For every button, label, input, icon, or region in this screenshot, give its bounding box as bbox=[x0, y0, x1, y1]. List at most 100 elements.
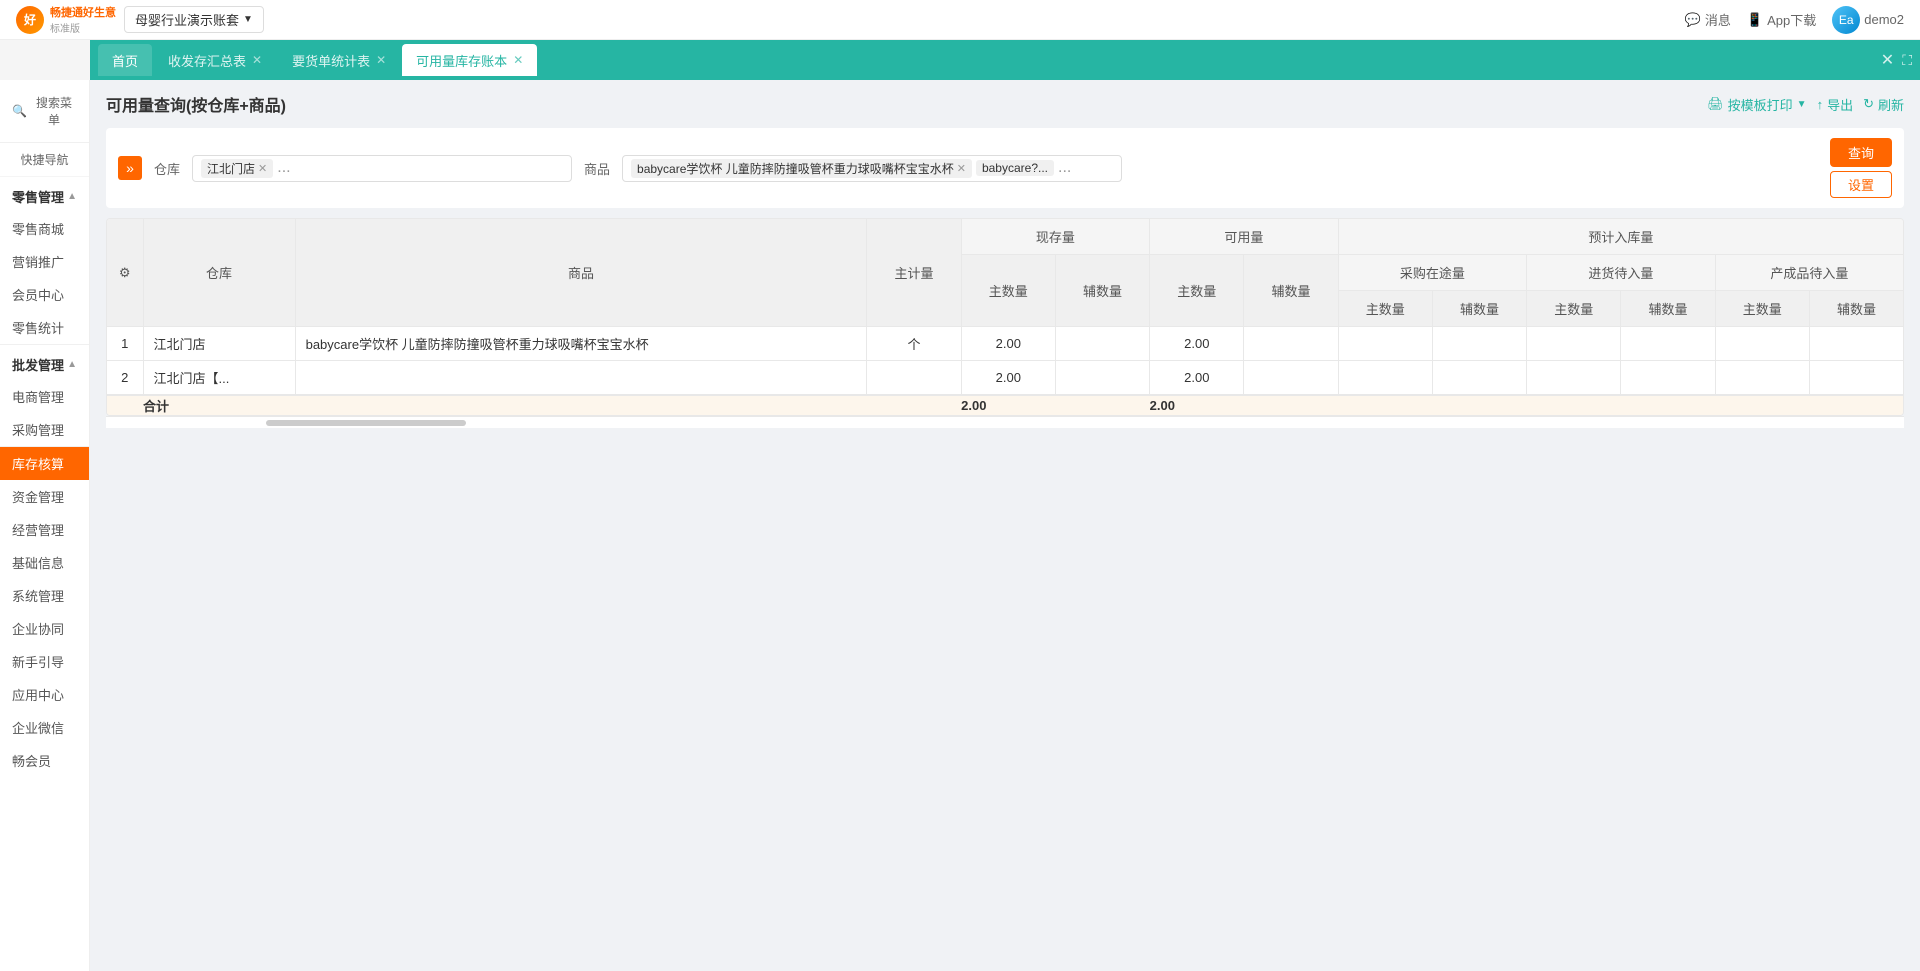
col-incoming-aux: 辅数量 bbox=[1621, 291, 1715, 327]
sidebar-item-member-center[interactable]: 会员中心 bbox=[0, 278, 89, 311]
product-filter-input[interactable]: babycare学饮杯 儿童防摔防撞吸管杯重力球吸嘴杯宝宝水杯 ✕ babyca… bbox=[622, 155, 1122, 182]
row-product: babycare学饮杯 儿童防摔防撞吸管杯重力球吸嘴杯宝宝水杯 bbox=[295, 327, 867, 361]
tab-controls: ✕ ⛶ bbox=[1881, 50, 1912, 70]
filter-toggle-button[interactable]: » bbox=[118, 156, 142, 180]
chevron-down-icon: ▼ bbox=[243, 14, 253, 25]
col-current-aux: 辅数量 bbox=[1055, 255, 1149, 327]
sidebar-item-app-center[interactable]: 应用中心 bbox=[0, 678, 89, 711]
tab-order-stats[interactable]: 要货单统计表 ✕ bbox=[278, 44, 400, 76]
col-group-available: 可用量 bbox=[1150, 219, 1339, 255]
col-purchase-main: 主数量 bbox=[1338, 291, 1432, 327]
export-button[interactable]: ↑ 导出 bbox=[1817, 95, 1854, 114]
warehouse-label: 仓库 bbox=[154, 159, 180, 178]
warehouse-filter-input[interactable]: 江北门店 ✕ ... bbox=[192, 155, 572, 182]
top-bar-right: 💬 消息 📱 App下载 Ea demo2 bbox=[1685, 6, 1904, 34]
top-bar: 好 畅捷通好生意 标准版 母婴行业演示账套 ▼ 💬 消息 📱 App下载 Ea … bbox=[0, 0, 1920, 40]
tab-receive-summary[interactable]: 收发存汇总表 ✕ bbox=[154, 44, 276, 76]
row-purchase-aux bbox=[1432, 361, 1526, 396]
col-subgroup-production: 产成品待入量 bbox=[1715, 255, 1903, 291]
message-button[interactable]: 💬 消息 bbox=[1685, 10, 1731, 29]
row-unit: 个 bbox=[867, 327, 961, 361]
logo-icon: 好 bbox=[16, 6, 44, 34]
inventory-table-container: ⚙ 仓库 商品 主计量 现存量 可用量 预计入库量 主数量 辅数量 主数量 辅数… bbox=[106, 218, 1904, 416]
app-download-button[interactable]: 📱 App下载 bbox=[1747, 10, 1816, 29]
horizontal-scrollbar[interactable] bbox=[266, 420, 466, 426]
table-row: 1 江北门店 babycare学饮杯 儿童防摔防撞吸管杯重力球吸嘴杯宝宝水杯 个… bbox=[107, 327, 1903, 361]
row-seq: 1 bbox=[107, 327, 143, 361]
query-button[interactable]: 查询 bbox=[1830, 138, 1892, 167]
tab2-close-icon[interactable]: ✕ bbox=[376, 53, 386, 67]
sidebar-item-member[interactable]: 畅会员 bbox=[0, 744, 89, 777]
tab1-close-icon[interactable]: ✕ bbox=[252, 53, 262, 67]
sidebar-section-wholesale: 批发管理 ▲ 电商管理 采购管理 bbox=[0, 345, 89, 447]
logo-area: 好 畅捷通好生意 标准版 bbox=[16, 4, 116, 35]
col-group-current: 现存量 bbox=[961, 219, 1150, 255]
print-button[interactable]: 🖨 按模板打印 ▼ bbox=[1707, 95, 1806, 114]
page-actions: 🖨 按模板打印 ▼ ↑ 导出 ↻ 刷新 bbox=[1707, 95, 1904, 114]
avatar: Ea bbox=[1832, 6, 1860, 34]
app-icon: 📱 bbox=[1747, 12, 1763, 28]
expand-icon[interactable]: ⛶ bbox=[1902, 52, 1912, 69]
summary-label: 合计 bbox=[143, 395, 295, 415]
sidebar-item-inventory[interactable]: 库存核算 bbox=[0, 447, 89, 480]
filter-actions: 查询 设置 bbox=[1830, 138, 1892, 198]
product-more-button[interactable]: ... bbox=[1058, 159, 1071, 177]
sidebar-section-header-wholesale[interactable]: 批发管理 ▲ bbox=[0, 345, 89, 380]
row-production-main bbox=[1715, 327, 1809, 361]
store-selector[interactable]: 母婴行业演示账套 ▼ bbox=[124, 6, 264, 33]
sidebar-item-system[interactable]: 系统管理 bbox=[0, 579, 89, 612]
product-label: 商品 bbox=[584, 159, 610, 178]
col-warehouse-header: 仓库 bbox=[143, 219, 295, 327]
user-profile[interactable]: Ea demo2 bbox=[1832, 6, 1904, 34]
sidebar-item-retail-store[interactable]: 零售商城 bbox=[0, 212, 89, 245]
col-settings[interactable]: ⚙ bbox=[107, 219, 143, 327]
warehouse-tag-remove[interactable]: ✕ bbox=[258, 162, 267, 175]
col-available-aux: 辅数量 bbox=[1244, 255, 1338, 327]
sidebar-item-retail-stats[interactable]: 零售统计 bbox=[0, 311, 89, 344]
message-icon: 💬 bbox=[1685, 12, 1701, 28]
sidebar-search-area: 🔍 搜索菜单 bbox=[0, 80, 89, 143]
sidebar-item-wecom[interactable]: 企业微信 bbox=[0, 711, 89, 744]
search-icon: 🔍 bbox=[12, 104, 27, 118]
col-unit-header: 主计量 bbox=[867, 219, 961, 327]
sidebar-item-marketing[interactable]: 营销推广 bbox=[0, 245, 89, 278]
row-production-main bbox=[1715, 361, 1809, 396]
col-production-main: 主数量 bbox=[1715, 291, 1809, 327]
sidebar: 🔍 搜索菜单 快捷导航 零售管理 ▲ 零售商城 营销推广 会员中心 零售统计 批… bbox=[0, 80, 90, 971]
sidebar-item-ecommerce[interactable]: 电商管理 bbox=[0, 380, 89, 413]
chevron-icon: ▲ bbox=[67, 191, 77, 202]
print-chevron-icon: ▼ bbox=[1797, 99, 1807, 110]
refresh-button[interactable]: ↻ 刷新 bbox=[1863, 95, 1904, 114]
search-menu-button[interactable]: 🔍 搜索菜单 bbox=[8, 90, 81, 132]
col-available-main: 主数量 bbox=[1150, 255, 1244, 327]
row-product bbox=[295, 361, 867, 396]
warehouse-more-button[interactable]: ... bbox=[277, 159, 290, 177]
sidebar-item-purchase[interactable]: 采购管理 bbox=[0, 413, 89, 446]
sidebar-section-header-retail[interactable]: 零售管理 ▲ bbox=[0, 177, 89, 212]
main-content: 可用量查询(按仓库+商品) 🖨 按模板打印 ▼ ↑ 导出 ↻ 刷新 » 仓库 江 bbox=[90, 80, 1920, 971]
row-available-main: 2.00 bbox=[1150, 361, 1244, 396]
product-tag-1: babycare学饮杯 儿童防摔防撞吸管杯重力球吸嘴杯宝宝水杯 ✕ bbox=[631, 159, 972, 178]
sidebar-item-enterprise[interactable]: 企业协同 bbox=[0, 612, 89, 645]
product-tag1-remove[interactable]: ✕ bbox=[957, 162, 966, 175]
settings-button[interactable]: 设置 bbox=[1830, 171, 1892, 198]
quick-nav-button[interactable]: 快捷导航 bbox=[0, 143, 89, 177]
sidebar-item-basic-info[interactable]: 基础信息 bbox=[0, 546, 89, 579]
close-all-icon[interactable]: ✕ bbox=[1881, 50, 1894, 70]
tab3-close-icon[interactable]: ✕ bbox=[513, 53, 523, 67]
sidebar-item-newbie[interactable]: 新手引导 bbox=[0, 645, 89, 678]
sidebar-item-finance[interactable]: 资金管理 bbox=[0, 480, 89, 513]
printer-icon: 🖨 bbox=[1707, 96, 1724, 112]
row-available-main: 2.00 bbox=[1150, 327, 1244, 361]
logo-text: 畅捷通好生意 标准版 bbox=[50, 4, 116, 35]
table-footer bbox=[106, 416, 1904, 428]
col-subgroup-purchase: 采购在途量 bbox=[1338, 255, 1527, 291]
summary-current-main: 2.00 bbox=[961, 395, 1055, 415]
tab-available-inventory[interactable]: 可用量库存账本 ✕ bbox=[402, 44, 537, 76]
row-incoming-main bbox=[1527, 361, 1621, 396]
tab-home[interactable]: 首页 bbox=[98, 44, 152, 76]
row-incoming-aux bbox=[1621, 327, 1715, 361]
row-purchase-main bbox=[1338, 361, 1432, 396]
sidebar-item-operations[interactable]: 经营管理 bbox=[0, 513, 89, 546]
col-production-aux: 辅数量 bbox=[1809, 291, 1903, 327]
